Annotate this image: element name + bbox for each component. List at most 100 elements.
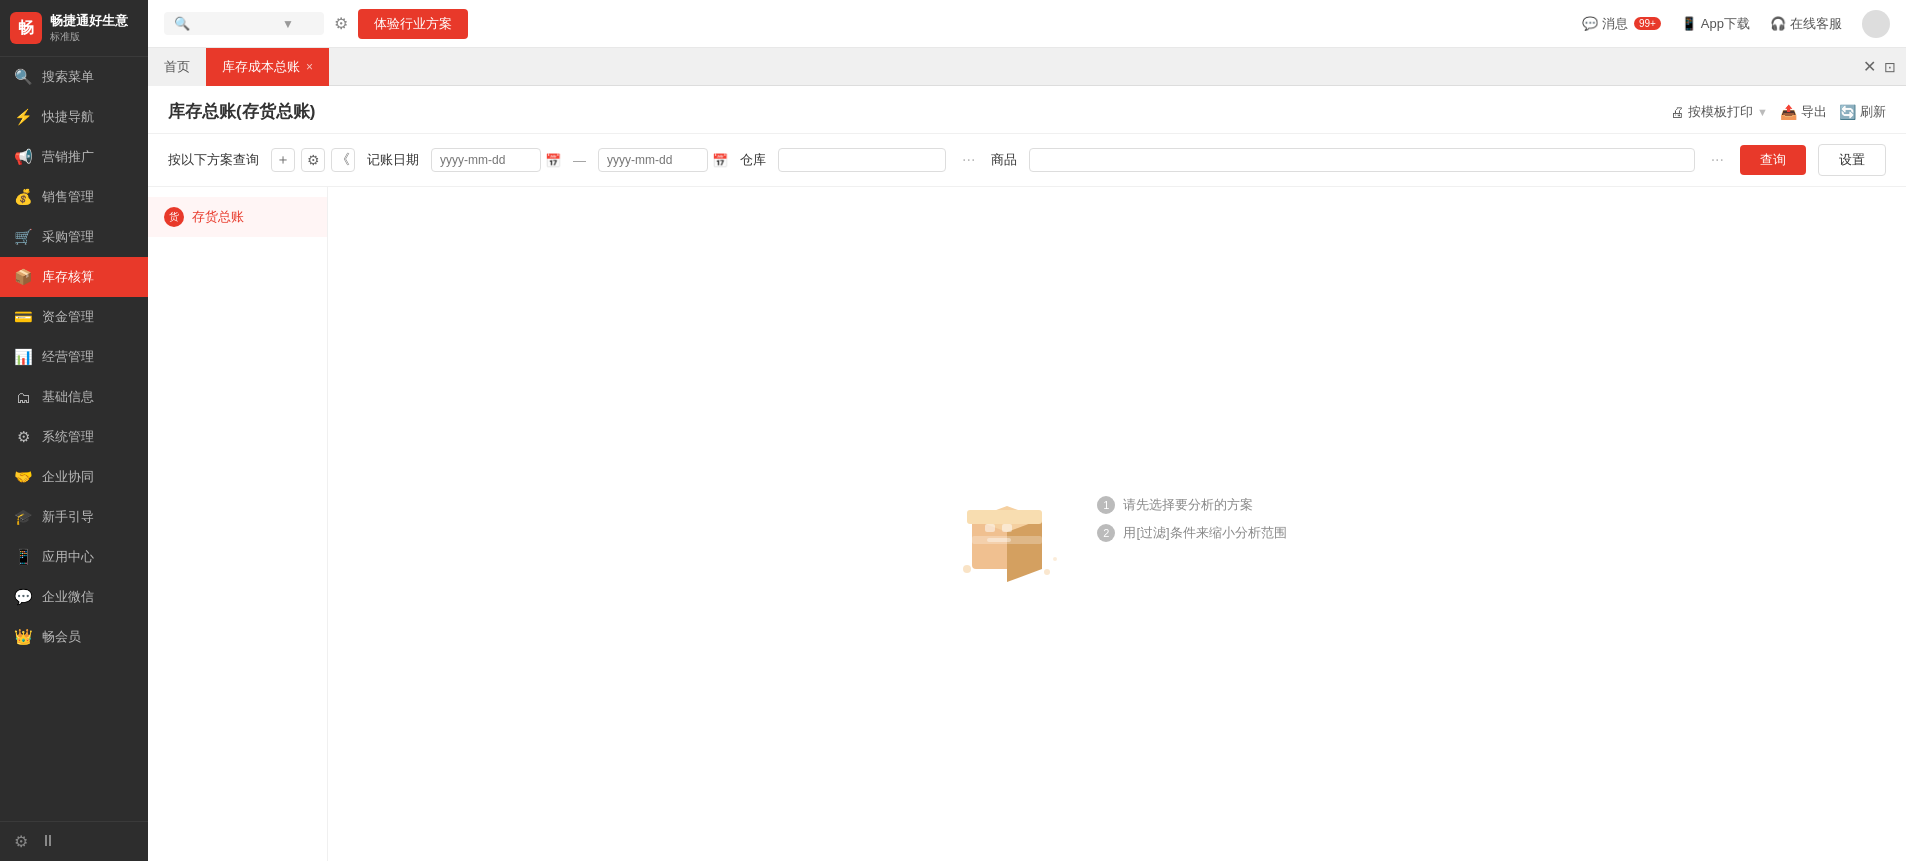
empty-illustration bbox=[947, 464, 1067, 584]
sidebar-item-purchase[interactable]: 🛒 采购管理 bbox=[0, 217, 148, 257]
industry-btn[interactable]: 体验行业方案 bbox=[358, 9, 468, 39]
svg-point-8 bbox=[963, 565, 971, 573]
empty-svg bbox=[947, 464, 1067, 584]
sidebar-item-label: 资金管理 bbox=[42, 308, 94, 326]
quick-nav-icon: ⚡ bbox=[14, 108, 32, 126]
sidebar-item-label: 畅会员 bbox=[42, 628, 81, 646]
finance-icon: 💳 bbox=[14, 308, 32, 326]
scheme-item-inventory-ledger[interactable]: 货 存货总账 bbox=[148, 197, 327, 237]
tabbar-close-button[interactable]: ✕ bbox=[1863, 57, 1876, 76]
topbar-gear-icon[interactable]: ⚙ bbox=[334, 14, 348, 33]
svg-rect-7 bbox=[987, 538, 1011, 542]
svg-point-10 bbox=[1053, 557, 1057, 561]
cooperation-icon: 🤝 bbox=[14, 468, 32, 486]
filter-add-btn[interactable]: ＋ bbox=[271, 148, 295, 172]
inventory-icon: 📦 bbox=[14, 268, 32, 286]
sidebar-item-wechat[interactable]: 💬 企业微信 bbox=[0, 577, 148, 617]
product-label: 商品 bbox=[991, 151, 1017, 169]
tab-inventory-ledger[interactable]: 库存成本总账 × bbox=[206, 48, 329, 86]
sidebar-item-basic[interactable]: 🗂 基础信息 bbox=[0, 377, 148, 417]
print-label: 按模板打印 bbox=[1688, 103, 1753, 121]
refresh-label: 刷新 bbox=[1860, 103, 1886, 121]
calendar-from-icon[interactable]: 📅 bbox=[545, 153, 561, 168]
date-from-input[interactable] bbox=[431, 148, 541, 172]
filter-collapse-btn[interactable]: 《 bbox=[331, 148, 355, 172]
export-action[interactable]: 📤 导出 bbox=[1780, 103, 1827, 121]
print-action[interactable]: 🖨 按模板打印 ▼ bbox=[1670, 103, 1768, 121]
tab-close-icon[interactable]: × bbox=[306, 60, 313, 74]
refresh-icon: 🔄 bbox=[1839, 104, 1856, 120]
date-separator: — bbox=[573, 153, 586, 168]
message-label: 消息 bbox=[1602, 15, 1628, 33]
empty-step-1: 1 请先选择要分析的方案 bbox=[1097, 496, 1286, 514]
sidebar-item-finance[interactable]: 💳 资金管理 bbox=[0, 297, 148, 337]
settings-footer-icon[interactable]: ⚙ bbox=[14, 832, 28, 851]
sidebar-item-search-menu[interactable]: 🔍 搜索菜单 bbox=[0, 57, 148, 97]
phone-icon: 📱 bbox=[1681, 16, 1697, 31]
sidebar-item-operation[interactable]: 📊 经营管理 bbox=[0, 337, 148, 377]
print-dropdown-icon[interactable]: ▼ bbox=[1757, 106, 1768, 118]
sidebar-item-label: 库存核算 bbox=[42, 268, 94, 286]
query-button[interactable]: 查询 bbox=[1740, 145, 1806, 175]
svg-rect-5 bbox=[985, 524, 995, 532]
search-menu-icon: 🔍 bbox=[14, 68, 32, 86]
online-support-item[interactable]: 🎧 在线客服 bbox=[1770, 15, 1842, 33]
apps-icon: 📱 bbox=[14, 548, 32, 566]
filter-label: 按以下方案查询 bbox=[168, 151, 259, 169]
sidebar-item-marketing[interactable]: 📢 营销推广 bbox=[0, 137, 148, 177]
search-icon: 🔍 bbox=[174, 16, 190, 31]
empty-step-2-label: 用[过滤]条件来缩小分析范围 bbox=[1123, 524, 1286, 542]
date-from-wrap: 📅 bbox=[431, 148, 561, 172]
sidebar: 畅 畅捷通好生意 标准版 🔍 搜索菜单 ⚡ 快捷导航 📢 营销推广 💰 销售管理… bbox=[0, 0, 148, 861]
refresh-action[interactable]: 🔄 刷新 bbox=[1839, 103, 1886, 121]
collapse-icon[interactable]: ⏸ bbox=[40, 832, 56, 851]
sidebar-item-sales[interactable]: 💰 销售管理 bbox=[0, 177, 148, 217]
sidebar-item-newbie[interactable]: 🎓 新手引导 bbox=[0, 497, 148, 537]
sidebar-item-label: 搜索菜单 bbox=[42, 68, 94, 86]
settings-button[interactable]: 设置 bbox=[1818, 144, 1886, 176]
newbie-icon: 🎓 bbox=[14, 508, 32, 526]
sidebar-item-label: 企业微信 bbox=[42, 588, 94, 606]
sales-icon: 💰 bbox=[14, 188, 32, 206]
sidebar-item-apps[interactable]: 📱 应用中心 bbox=[0, 537, 148, 577]
content-area: 货 存货总账 bbox=[148, 187, 1906, 861]
topbar-search-area[interactable]: 🔍 ▼ bbox=[164, 12, 324, 35]
sidebar-scroll: 🔍 搜索菜单 ⚡ 快捷导航 📢 营销推广 💰 销售管理 🛒 采购管理 📦 库存核… bbox=[0, 57, 148, 821]
sidebar-item-inventory[interactable]: 📦 库存核算 bbox=[0, 257, 148, 297]
sidebar-item-label: 快捷导航 bbox=[42, 108, 94, 126]
warehouse-more-btn[interactable]: ··· bbox=[958, 151, 979, 169]
tabbar-resize-icon[interactable]: ⊡ bbox=[1884, 59, 1896, 75]
sidebar-item-cooperation[interactable]: 🤝 企业协同 bbox=[0, 457, 148, 497]
topbar-search-input[interactable] bbox=[196, 17, 276, 31]
user-avatar[interactable] bbox=[1862, 10, 1890, 38]
sidebar-item-label: 基础信息 bbox=[42, 388, 94, 406]
message-icon: 💬 bbox=[1582, 16, 1598, 31]
empty-text: 1 请先选择要分析的方案 2 用[过滤]条件来缩小分析范围 bbox=[1097, 496, 1286, 552]
warehouse-input[interactable] bbox=[778, 148, 946, 172]
sidebar-item-label: 经营管理 bbox=[42, 348, 94, 366]
sidebar-item-label: 系统管理 bbox=[42, 428, 94, 446]
export-icon: 📤 bbox=[1780, 104, 1797, 120]
product-input[interactable] bbox=[1029, 148, 1694, 172]
sidebar-item-label: 销售管理 bbox=[42, 188, 94, 206]
page-title: 库存总账(存货总账) bbox=[168, 100, 315, 123]
calendar-to-icon[interactable]: 📅 bbox=[712, 153, 728, 168]
app-download-item[interactable]: 📱 App下载 bbox=[1681, 15, 1750, 33]
sidebar-item-quick-nav[interactable]: ⚡ 快捷导航 bbox=[0, 97, 148, 137]
message-item[interactable]: 💬 消息 99+ bbox=[1582, 15, 1661, 33]
empty-step-2: 2 用[过滤]条件来缩小分析范围 bbox=[1097, 524, 1286, 542]
step-num-1: 1 bbox=[1097, 496, 1115, 514]
date-to-input[interactable] bbox=[598, 148, 708, 172]
sidebar-logo: 畅 畅捷通好生意 标准版 bbox=[0, 0, 148, 57]
product-more-btn[interactable]: ··· bbox=[1707, 151, 1728, 169]
home-tab-label: 首页 bbox=[164, 58, 190, 76]
sidebar-item-system[interactable]: ⚙ 系统管理 bbox=[0, 417, 148, 457]
sidebar-item-vip[interactable]: 👑 畅会员 bbox=[0, 617, 148, 657]
sidebar-footer: ⚙ ⏸ bbox=[0, 821, 148, 861]
purchase-icon: 🛒 bbox=[14, 228, 32, 246]
tab-home[interactable]: 首页 bbox=[148, 48, 206, 86]
dropdown-icon[interactable]: ▼ bbox=[282, 17, 294, 31]
filter-settings-btn[interactable]: ⚙ bbox=[301, 148, 325, 172]
svg-rect-3 bbox=[967, 510, 1042, 524]
svg-point-9 bbox=[1044, 569, 1050, 575]
